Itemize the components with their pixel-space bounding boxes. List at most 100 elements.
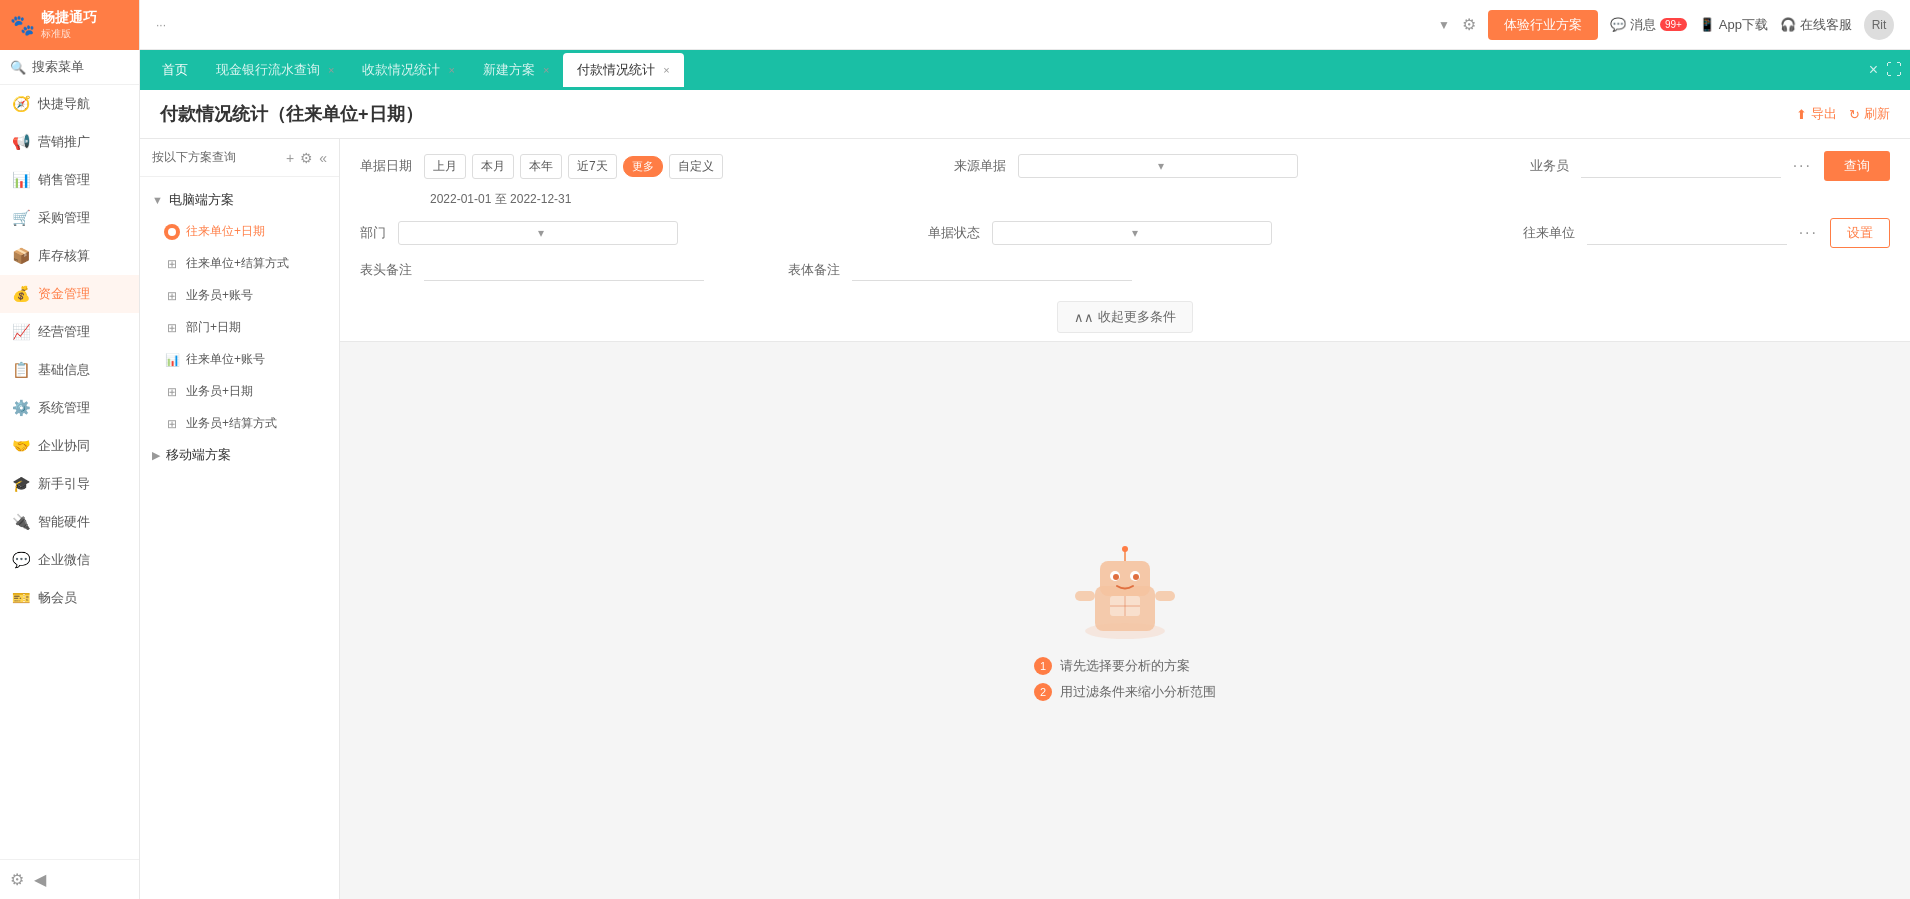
dept-select[interactable]: ▾ — [398, 221, 678, 245]
user-avatar[interactable]: Rit — [1864, 10, 1894, 40]
date-options: 上月 本月 本年 近7天 更多 自定义 — [424, 154, 723, 179]
doc-status-select[interactable]: ▾ — [992, 221, 1272, 245]
sidebar-item-label: 资金管理 — [38, 285, 90, 303]
tab-bank-close[interactable]: × — [328, 64, 334, 76]
sidebar-item-quick-nav[interactable]: 🧭 快捷导航 — [0, 85, 139, 123]
sidebar-item-operation[interactable]: 📈 经营管理 — [0, 313, 139, 351]
newbie-icon: 🎓 — [12, 475, 30, 493]
scheme-active-icon — [164, 224, 180, 240]
online-service-label: 在线客服 — [1800, 16, 1852, 34]
message-btn[interactable]: 💬 消息 99+ — [1610, 16, 1687, 34]
header-settings-icon[interactable]: ⚙ — [1462, 15, 1476, 34]
export-btn[interactable]: ⬆ 导出 — [1796, 105, 1837, 123]
scheme-active-dot — [168, 228, 176, 236]
tab-maximize-icon[interactable]: ⛶ — [1886, 61, 1902, 79]
sidebar-item-member[interactable]: 🎫 畅会员 — [0, 579, 139, 617]
scheme-item-dept-date[interactable]: ⊞ 部门+日期 — [152, 312, 335, 343]
partner-dots[interactable]: ··· — [1799, 224, 1818, 242]
app-download-btn[interactable]: 📱 App下载 — [1699, 16, 1768, 34]
scheme-panel-icons: + ⚙ « — [286, 150, 327, 166]
scheme-group-mobile-header[interactable]: ▶ 移动端方案 — [140, 440, 339, 470]
date-btn-this-year[interactable]: 本年 — [520, 154, 562, 179]
scheme-table-icon: ⊞ — [164, 384, 180, 400]
settings-btn[interactable]: 设置 — [1830, 218, 1890, 248]
date-btn-last-month[interactable]: 上月 — [424, 154, 466, 179]
scheme-item-agent-settlement[interactable]: ⊞ 业务员+结算方式 — [152, 408, 335, 439]
tab-receipt[interactable]: 收款情况统计 × — [348, 53, 468, 87]
collapse-sidebar-icon[interactable]: ◀ — [34, 870, 46, 889]
online-service-btn[interactable]: 🎧 在线客服 — [1780, 16, 1852, 34]
sidebar-item-basic[interactable]: 📋 基础信息 — [0, 351, 139, 389]
sidebar-item-label: 企业微信 — [38, 551, 90, 569]
source-doc-select[interactable]: ▾ — [1018, 154, 1298, 178]
tab-payment-close[interactable]: × — [663, 64, 669, 76]
scheme-item-partner-account[interactable]: 📊 往来单位+账号 — [152, 344, 335, 375]
scheme-item-label: 业务员+结算方式 — [186, 415, 277, 432]
agent-input[interactable] — [1581, 155, 1781, 178]
agent-dots[interactable]: ··· — [1793, 157, 1812, 175]
date-btn-custom[interactable]: 自定义 — [669, 154, 723, 179]
refresh-icon: ↻ — [1849, 107, 1860, 122]
sidebar-item-label: 销售管理 — [38, 171, 90, 189]
date-btn-more[interactable]: 更多 — [623, 156, 663, 177]
refresh-btn[interactable]: ↻ 刷新 — [1849, 105, 1890, 123]
tab-receipt-close[interactable]: × — [448, 64, 454, 76]
page-header: 付款情况统计（往来单位+日期） ⬆ 导出 ↻ 刷新 — [140, 90, 1910, 139]
tab-new-scheme-close[interactable]: × — [543, 64, 549, 76]
tab-receipt-label: 收款情况统计 — [362, 61, 440, 79]
date-btn-this-month[interactable]: 本月 — [472, 154, 514, 179]
sidebar-item-purchase[interactable]: 🛒 采购管理 — [0, 199, 139, 237]
body-area: 按以下方案查询 + ⚙ « ▼ 电脑端方案 — [140, 139, 1910, 899]
body-note-label: 表体备注 — [788, 261, 840, 279]
sidebar-item-inventory[interactable]: 📦 库存核算 — [0, 237, 139, 275]
scheme-item-partner-date[interactable]: 往来单位+日期 — [152, 216, 335, 247]
tab-new-scheme[interactable]: 新建方案 × — [469, 53, 563, 87]
scheme-item-agent-account[interactable]: ⊞ 业务员+账号 — [152, 280, 335, 311]
scheme-collapse-btn[interactable]: « — [319, 150, 327, 166]
scheme-item-label: 业务员+日期 — [186, 383, 253, 400]
collapse-conditions-btn[interactable]: ∧∧ 收起更多条件 — [1057, 301, 1193, 333]
query-btn[interactable]: 查询 — [1824, 151, 1890, 181]
sidebar: 🐾 畅捷通巧 标准版 🔍 搜索菜单 🧭 快捷导航 📢 营销推广 📊 销售管理 🛒… — [0, 0, 140, 899]
date-btn-last-7days[interactable]: 近7天 — [568, 154, 617, 179]
sidebar-item-system[interactable]: ⚙️ 系统管理 — [0, 389, 139, 427]
svg-point-5 — [1113, 574, 1119, 580]
scheme-group-desktop-items: 往来单位+日期 ⊞ 往来单位+结算方式 ⊞ 业务员+账号 ⊞ — [140, 216, 339, 439]
mobile-group-label: 移动端方案 — [166, 446, 231, 464]
sidebar-item-wechat[interactable]: 💬 企业微信 — [0, 541, 139, 579]
search-menu[interactable]: 🔍 搜索菜单 — [0, 50, 139, 85]
head-note-input[interactable] — [424, 258, 704, 281]
sidebar-item-marketing[interactable]: 📢 营销推广 — [0, 123, 139, 161]
scheme-item-agent-date[interactable]: ⊞ 业务员+日期 — [152, 376, 335, 407]
try-industry-btn[interactable]: 体验行业方案 — [1488, 10, 1598, 40]
settings-bottom-icon[interactable]: ⚙ — [10, 870, 24, 889]
svg-rect-9 — [1075, 591, 1095, 601]
main-area: ··· ▼ ⚙ 体验行业方案 💬 消息 99+ 📱 App下载 🎧 在线客服 R… — [140, 0, 1910, 899]
scheme-settings-icon[interactable]: ⚙ — [300, 150, 313, 166]
scheme-item-label: 往来单位+日期 — [186, 223, 265, 240]
date-range-row: 2022-01-01 至 2022-12-31 — [360, 191, 1890, 208]
empty-tip-2-text: 用过滤条件来缩小分析范围 — [1060, 683, 1216, 701]
user-text: Rit — [1872, 18, 1887, 32]
agent-label: 业务员 — [1530, 157, 1569, 175]
sidebar-item-finance[interactable]: 💰 资金管理 — [0, 275, 139, 313]
scheme-add-icon[interactable]: + — [286, 150, 294, 166]
empty-tip-2: 2 用过滤条件来缩小分析范围 — [1034, 683, 1216, 701]
sidebar-item-hardware[interactable]: 🔌 智能硬件 — [0, 503, 139, 541]
body-note-input[interactable] — [852, 258, 1132, 281]
tab-bank[interactable]: 现金银行流水查询 × — [202, 53, 348, 87]
dept-label: 部门 — [360, 224, 386, 242]
scheme-item-partner-settlement[interactable]: ⊞ 往来单位+结算方式 — [152, 248, 335, 279]
app-download-label: App下载 — [1719, 16, 1768, 34]
tab-home[interactable]: 首页 — [148, 53, 202, 87]
tab-payment[interactable]: 付款情况统计 × — [563, 53, 683, 87]
tip-num-1: 1 — [1034, 657, 1052, 675]
tab-close-all-icon[interactable]: × — [1869, 61, 1878, 79]
scheme-group-desktop-header[interactable]: ▼ 电脑端方案 — [140, 185, 339, 215]
sidebar-item-corp[interactable]: 🤝 企业协同 — [0, 427, 139, 465]
sidebar-item-sales[interactable]: 📊 销售管理 — [0, 161, 139, 199]
header-dropdown[interactable]: ▼ — [1438, 18, 1450, 32]
sidebar-item-newbie[interactable]: 🎓 新手引导 — [0, 465, 139, 503]
partner-input[interactable] — [1587, 222, 1787, 245]
scheme-item-label: 部门+日期 — [186, 319, 241, 336]
